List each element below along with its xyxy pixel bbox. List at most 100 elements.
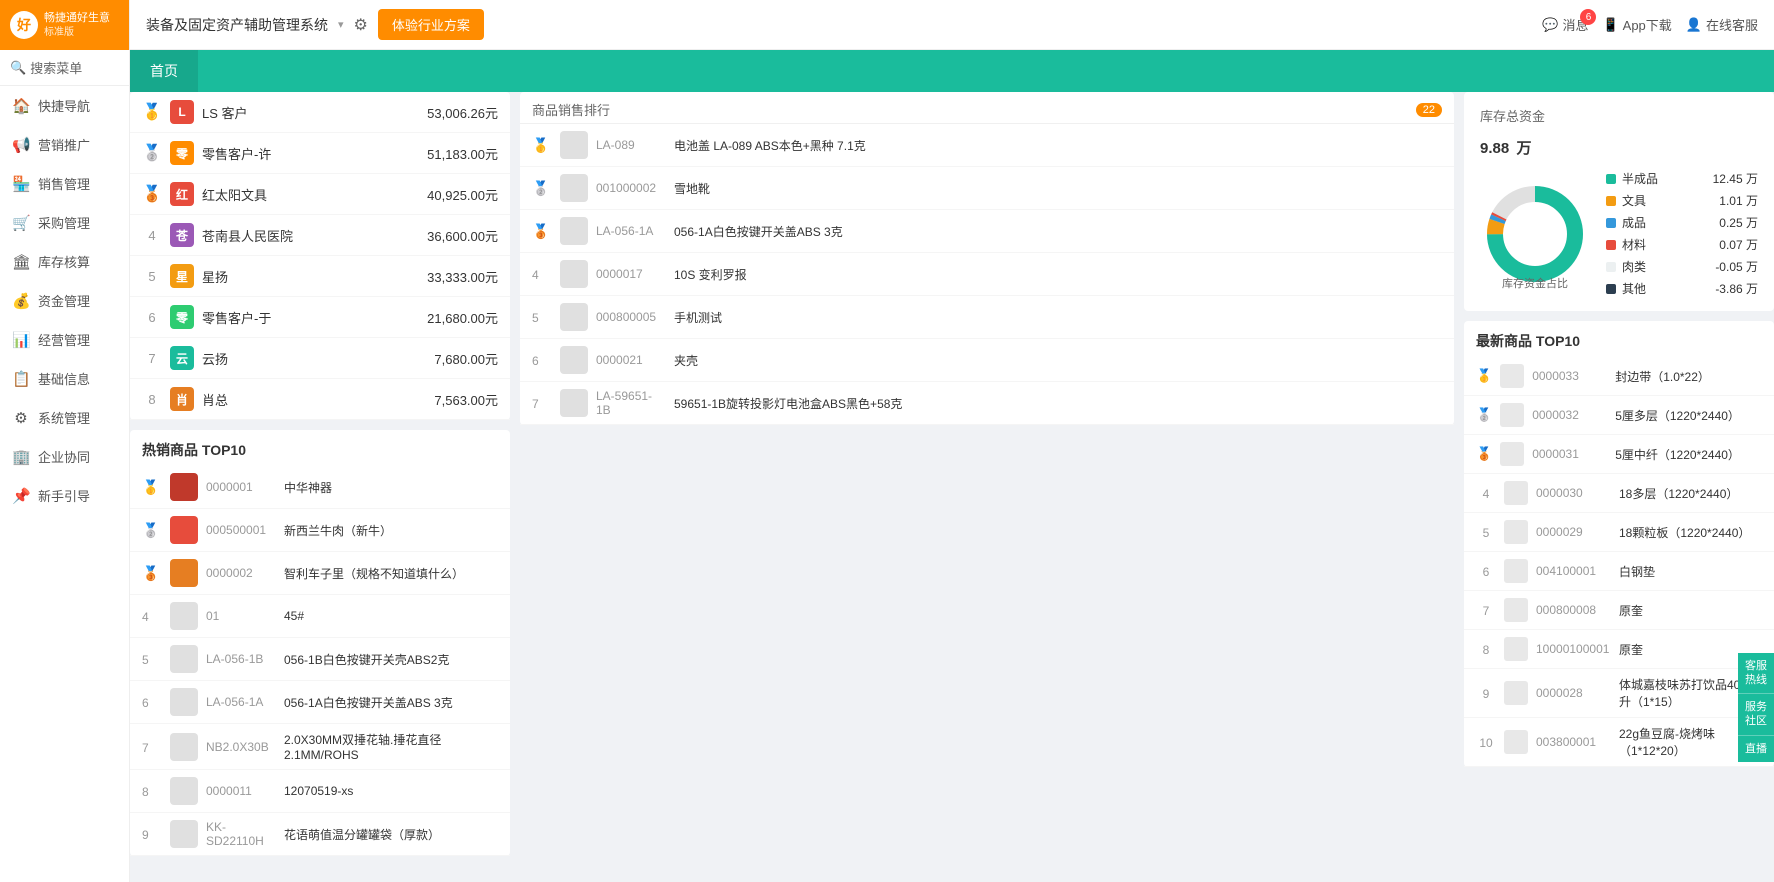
float-button[interactable]: 直播 [1738,736,1774,762]
table-row[interactable]: 8 肖 肖总 7,563.00元 [130,379,510,420]
customer-amount: 36,600.00元 [427,226,498,245]
sidebar-item-operations[interactable]: 📊经营管理 [0,320,129,359]
table-row[interactable]: 4 苍 苍南县人民医院 36,600.00元 [130,215,510,256]
customer-avatar: 红 [170,182,194,206]
list-item[interactable]: 🥉 0000002 智利车子里（规格不知道填什么） [130,552,510,595]
customer-name: 云扬 [202,349,426,368]
product-image [170,516,198,544]
list-item[interactable]: 🥈 0000032 5厘多层（1220*2440） [1464,396,1774,435]
table-row[interactable]: 5 星 星扬 33,333.00元 [130,256,510,297]
list-item[interactable]: 7 NB2.0X30B 2.0X30MM双捶花轴.捶花直径2.1MM/ROHS [130,724,510,770]
sidebar-item-marketing[interactable]: 📢营销推广 [0,125,129,164]
list-item[interactable]: 🥈 001000002 雪地靴 [520,167,1454,210]
sidebar-item-basics[interactable]: 📋基础信息 [0,359,129,398]
list-item[interactable]: 🥇 0000033 封边带（1.0*22） [1464,357,1774,396]
online-service-button[interactable]: 👤 在线客服 [1686,15,1758,34]
messages-button[interactable]: 💬 消息 6 [1542,15,1588,34]
list-item[interactable]: 4 0000030 18多层（1220*2440） [1464,474,1774,513]
product-code: LA-056-1A [206,695,276,709]
list-item[interactable]: 8 10000100001 原奎 [1464,630,1774,669]
product-code: 0000002 [206,566,276,580]
sidebar-item-sales[interactable]: 🏪销售管理 [0,164,129,203]
customer-avatar: 星 [170,264,194,288]
search-menu[interactable]: 🔍 搜索菜单 [0,50,129,86]
product-name: 2.0X30MM双捶花轴.捶花直径2.1MM/ROHS [284,731,498,762]
list-item[interactable]: 9 KK-SD22110H 花语萌值温分罐罐袋（厚款） [130,813,510,856]
product-name: 新西兰牛肉（新牛） [284,522,498,539]
list-item[interactable]: 🥉 LA-056-1A 056-1A白色按键开关盖ABS 3克 [520,210,1454,253]
sidebar-item-label: 系统管理 [38,408,90,427]
list-item[interactable]: 4 01 45# [130,595,510,638]
table-row[interactable]: 7 云 云扬 7,680.00元 [130,338,510,379]
new-product-name: 5厘中纤（1220*2440） [1615,446,1762,463]
list-item[interactable]: 7 000800008 原奎 [1464,591,1774,630]
customer-avatar: 云 [170,346,194,370]
float-button[interactable]: 客服热线 [1738,653,1774,695]
list-item[interactable]: 4 0000017 10S 变利罗报 [520,253,1454,296]
sidebar-item-inventory[interactable]: 🏛库存核算 [0,242,129,281]
sidebar-item-purchase[interactable]: 🛒采购管理 [0,203,129,242]
experience-button[interactable]: 体验行业方案 [378,9,484,40]
new-product-rank-icon: 4 [1476,486,1496,501]
new-product-code: 0000030 [1536,486,1611,500]
logo-icon: 好 [10,11,38,39]
table-row[interactable]: 🥇 L LS 客户 53,006.26元 [130,92,510,133]
table-row[interactable]: 🥈 零 零售客户-许 51,183.00元 [130,133,510,174]
sidebar-item-company[interactable]: 🏢企业协同 [0,437,129,476]
customer-name: 苍南县人民医院 [202,226,419,245]
product-name: 手机测试 [674,309,1442,326]
sidebar-item-guide[interactable]: 📌新手引导 [0,476,129,515]
product-code: NB2.0X30B [206,740,276,754]
product-rank-icon: 8 [142,783,162,799]
product-name: 056-1A白色按键开关盖ABS 3克 [284,694,498,711]
list-item[interactable]: 5 LA-056-1B 056-1B白色按键开关壳ABS2克 [130,638,510,681]
product-code: LA-59651-1B [596,389,666,417]
product-name: 智利车子里（规格不知道填什么） [284,565,498,582]
left-panel: 🥇 L LS 客户 53,006.26元 🥈 零 零售客户-许 51,183.0… [130,92,510,882]
customer-name: 红太阳文具 [202,185,419,204]
list-item[interactable]: 7 LA-59651-1B 59651-1B旋转投影灯电池盒ABS黑色+58克 [520,382,1454,425]
list-item[interactable]: 5 000800005 手机测试 [520,296,1454,339]
list-item[interactable]: 9 0000028 体城嘉枝味苏打饮品400毫升（1*15） [1464,669,1774,718]
sidebar-item-finance[interactable]: 💰资金管理 [0,281,129,320]
list-item[interactable]: 8 0000011 12070519-xs [130,770,510,813]
tab-home[interactable]: 首页 [130,50,198,92]
system-dropdown-arrow[interactable]: ▾ [338,18,344,31]
finance-icon: 💰 [12,292,30,310]
product-rank-icon: 🥈 [142,522,162,539]
list-item[interactable]: 🥇 LA-089 电池盖 LA-089 ABS本色+黑种 7.1克 [520,124,1454,167]
rank-number: 5 [142,269,162,284]
new-product-code: 10000100001 [1536,642,1611,656]
app-download-button[interactable]: 📱 App下载 [1602,15,1671,34]
product-name: 雪地靴 [674,180,1442,197]
product-rank-icon: 9 [142,826,162,842]
legend-value: -0.05 万 [1715,258,1758,275]
settings-button[interactable]: ⚙ [354,15,368,35]
product-code: 0000021 [596,353,666,367]
list-item[interactable]: 6 LA-056-1A 056-1A白色按键开关盖ABS 3克 [130,681,510,724]
new-product-image [1500,442,1524,466]
sidebar-item-quick-nav[interactable]: 🏠快捷导航 [0,86,129,125]
float-button[interactable]: 服务社区 [1738,694,1774,736]
product-code: 0000011 [206,784,276,798]
table-row[interactable]: 6 零 零售客户-于 21,680.00元 [130,297,510,338]
list-item[interactable]: 5 0000029 18颗粒板（1220*2440） [1464,513,1774,552]
list-item[interactable]: 🥈 000500001 新西兰牛肉（新牛） [130,509,510,552]
sidebar-item-label: 快捷导航 [38,96,90,115]
inventory-icon: 🏛 [12,253,30,271]
sidebar-item-system[interactable]: ⚙系统管理 [0,398,129,437]
list-item[interactable]: 🥇 0000001 中华神器 [130,466,510,509]
product-code: 0000017 [596,267,666,281]
list-item[interactable]: 6 0000021 夹壳 [520,339,1454,382]
product-name: 45# [284,609,498,623]
legend-name: 成品 [1622,214,1713,231]
list-item[interactable]: 10 003800001 22g鱼豆腐-烧烤味（1*12*20） [1464,718,1774,767]
list-item[interactable]: 6 004100001 白钢垫 [1464,552,1774,591]
table-row[interactable]: 🥉 红 红太阳文具 40,925.00元 [130,174,510,215]
list-item[interactable]: 🥉 0000031 5厘中纤（1220*2440） [1464,435,1774,474]
product-image [560,174,588,202]
logo-text: 畅捷通好生意 标准版 [44,11,110,38]
new-product-code: 003800001 [1536,735,1611,749]
legend-item: 成品 0.25 万 [1606,214,1758,231]
customer-avatar: 零 [170,305,194,329]
